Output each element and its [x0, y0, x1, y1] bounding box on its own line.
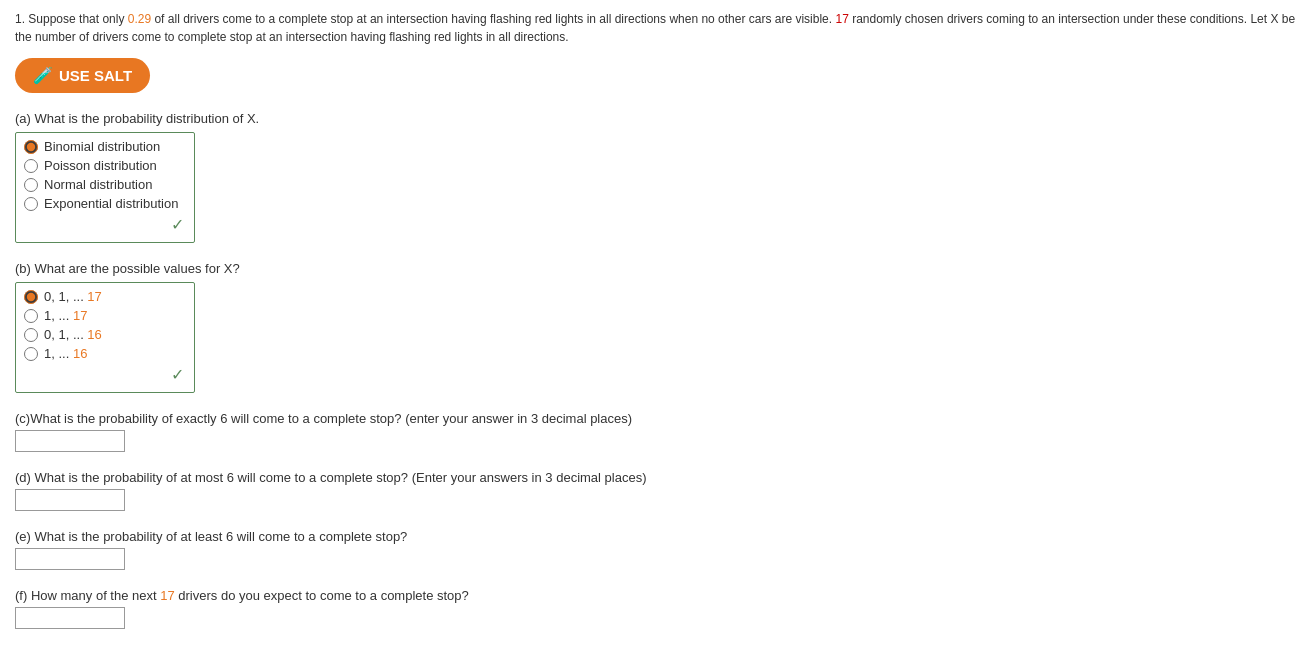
prob-highlight: 0.29: [128, 12, 151, 26]
answer-e-input[interactable]: [15, 548, 125, 570]
label-normal[interactable]: Normal distribution: [44, 177, 152, 192]
section-b-label: (b) What are the possible values for X?: [15, 261, 1300, 276]
answer-d-input[interactable]: [15, 489, 125, 511]
radio-b1[interactable]: [24, 290, 38, 304]
radio-b4[interactable]: [24, 347, 38, 361]
radio-b2[interactable]: [24, 309, 38, 323]
label-poisson[interactable]: Poisson distribution: [44, 158, 157, 173]
option-normal: Normal distribution: [24, 177, 184, 192]
section-b: (b) What are the possible values for X? …: [15, 261, 1300, 393]
salt-icon: 🧪: [33, 66, 53, 85]
radio-exponential[interactable]: [24, 197, 38, 211]
option-b2: 1, ... 17: [24, 308, 184, 323]
radio-poisson[interactable]: [24, 159, 38, 173]
count-highlight: 17: [835, 12, 848, 26]
section-c: (c)What is the probability of exactly 6 …: [15, 411, 1300, 452]
radio-normal[interactable]: [24, 178, 38, 192]
label-b1[interactable]: 0, 1, ... 17: [44, 289, 102, 304]
option-poisson: Poisson distribution: [24, 158, 184, 173]
label-binomial[interactable]: Binomial distribution: [44, 139, 160, 154]
label-b4[interactable]: 1, ... 16: [44, 346, 87, 361]
options-box-b: 0, 1, ... 17 1, ... 17 0, 1, ... 16 1, .…: [15, 282, 195, 393]
label-b2[interactable]: 1, ... 17: [44, 308, 87, 323]
question-c-text: (c)What is the probability of exactly 6 …: [15, 411, 1300, 426]
answer-c-input[interactable]: [15, 430, 125, 452]
section-a: (a) What is the probability distribution…: [15, 111, 1300, 243]
section-e: (e) What is the probability of at least …: [15, 529, 1300, 570]
section-f: (f) How many of the next 17 drivers do y…: [15, 588, 1300, 629]
option-b4: 1, ... 16: [24, 346, 184, 361]
salt-button-label: USE SALT: [59, 67, 132, 84]
answer-f-input[interactable]: [15, 607, 125, 629]
section-a-label: (a) What is the probability distribution…: [15, 111, 1300, 126]
check-mark-a: ✓: [24, 215, 184, 234]
option-binomial: Binomial distribution: [24, 139, 184, 154]
label-exponential[interactable]: Exponential distribution: [44, 196, 178, 211]
question-d-text: (d) What is the probability of at most 6…: [15, 470, 1300, 485]
radio-b3[interactable]: [24, 328, 38, 342]
intro-text: 1. Suppose that only 0.29 of all drivers…: [15, 10, 1300, 46]
check-mark-b: ✓: [24, 365, 184, 384]
option-b3: 0, 1, ... 16: [24, 327, 184, 342]
label-b3[interactable]: 0, 1, ... 16: [44, 327, 102, 342]
option-b1: 0, 1, ... 17: [24, 289, 184, 304]
question-e-text: (e) What is the probability of at least …: [15, 529, 1300, 544]
radio-binomial[interactable]: [24, 140, 38, 154]
section-d: (d) What is the probability of at most 6…: [15, 470, 1300, 511]
question-f-text: (f) How many of the next 17 drivers do y…: [15, 588, 1300, 603]
options-box-a: Binomial distribution Poisson distributi…: [15, 132, 195, 243]
use-salt-button[interactable]: 🧪 USE SALT: [15, 58, 150, 93]
option-exponential: Exponential distribution: [24, 196, 184, 211]
